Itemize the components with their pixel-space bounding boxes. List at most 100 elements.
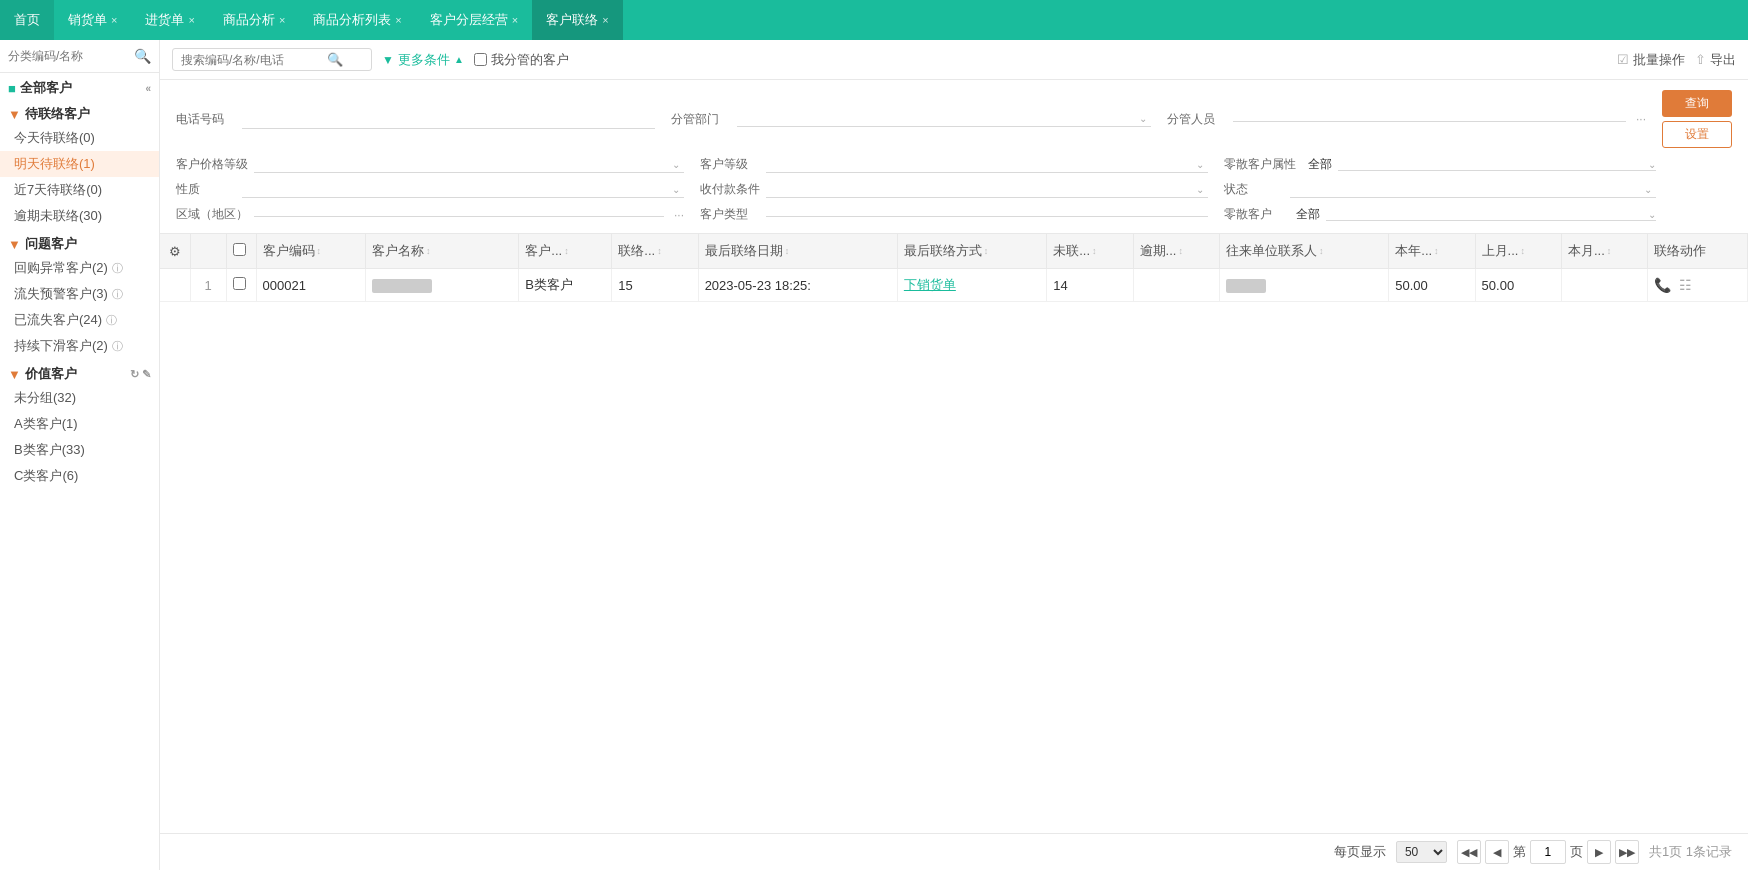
sidebar: 🔍 ■ 全部客户 « ▼ 待联络客户 今天待联络(0) 明天待联络(1) 近7天… bbox=[0, 40, 160, 870]
row-unreached: 14 bbox=[1047, 269, 1133, 302]
sidebar-item-today-contact[interactable]: 今天待联络(0) bbox=[0, 125, 159, 151]
sidebar-item-7days-contact[interactable]: 近7天待联络(0) bbox=[0, 177, 159, 203]
filter-status: 状态 ⌄ bbox=[1224, 181, 1732, 198]
page-number-input[interactable] bbox=[1530, 840, 1566, 864]
filter-payment-terms-select[interactable]: ⌄ bbox=[766, 182, 1208, 198]
nav-purchase-order[interactable]: 进货单 × bbox=[131, 0, 208, 40]
sort-icon-contacts[interactable]: ↕ bbox=[657, 246, 662, 256]
sidebar-item-abnormal-repurchase[interactable]: 回购异常客户(2) ⓘ bbox=[0, 255, 159, 281]
content-area: 🔍 ▼ 更多条件 ▲ 我分管的客户 ☑ 批量操作 ⇧ 导出 bbox=[160, 40, 1748, 870]
select-all-checkbox[interactable] bbox=[233, 243, 246, 256]
row-this-year: 50.00 bbox=[1389, 269, 1475, 302]
nav-customer-contact[interactable]: 客户联络 × bbox=[532, 0, 622, 40]
search-input[interactable] bbox=[181, 53, 321, 67]
sort-icon-related[interactable]: ↕ bbox=[1319, 246, 1324, 256]
export-btn[interactable]: ⇧ 导出 bbox=[1695, 51, 1736, 69]
search-icon[interactable]: 🔍 bbox=[327, 52, 343, 67]
filter-price-level-select[interactable]: ⌄ bbox=[254, 157, 684, 173]
sort-icon-unreached[interactable]: ↕ bbox=[1092, 246, 1097, 256]
nav-home[interactable]: 首页 bbox=[0, 0, 54, 40]
bulk-operation-btn[interactable]: ☑ 批量操作 bbox=[1617, 51, 1685, 69]
sort-icon-this-month[interactable]: ↕ bbox=[1607, 246, 1612, 256]
nav-customer-layering[interactable]: 客户分层经营 × bbox=[416, 0, 532, 40]
page-size-select[interactable]: 50 100 200 bbox=[1396, 841, 1447, 863]
next-page-btn[interactable]: ▶ bbox=[1587, 840, 1611, 864]
filter-manager-select[interactable] bbox=[1233, 117, 1626, 122]
sidebar-section-pending: ▼ 待联络客户 bbox=[0, 99, 159, 125]
help-icon-2: ⓘ bbox=[112, 287, 123, 302]
filter-nature-select[interactable]: ⌄ bbox=[242, 182, 684, 198]
nav-product-analysis[interactable]: 商品分析 × bbox=[209, 0, 299, 40]
manager-dots-btn[interactable]: ··· bbox=[1636, 112, 1646, 126]
sidebar-item-class-b[interactable]: B类客户(33) bbox=[0, 437, 159, 463]
last-contact-method-link[interactable]: 下销货单 bbox=[904, 277, 956, 292]
filter-status-select[interactable]: ⌄ bbox=[1290, 182, 1656, 198]
setting-button[interactable]: 设置 bbox=[1662, 121, 1732, 148]
filter-customer-type: 客户类型 bbox=[700, 206, 1208, 223]
nav-close-customer-layering[interactable]: × bbox=[512, 14, 518, 26]
sidebar-item-overdue-contact[interactable]: 逾期未联络(30) bbox=[0, 203, 159, 229]
sidebar-item-class-a[interactable]: A类客户(1) bbox=[0, 411, 159, 437]
sidebar-all-customers[interactable]: ■ 全部客户 « bbox=[0, 73, 159, 99]
phone-action-icon[interactable]: 📞 bbox=[1654, 277, 1671, 293]
filter-phone-input[interactable] bbox=[242, 110, 655, 129]
th-this-month: 本月...↕ bbox=[1561, 234, 1647, 269]
filter-price-level: 客户价格等级 ⌄ bbox=[176, 156, 684, 173]
sidebar-item-churned[interactable]: 已流失客户(24) ⓘ bbox=[0, 307, 159, 333]
filter-phone: 电话号码 bbox=[176, 110, 655, 129]
customer-name-blurred bbox=[372, 279, 432, 293]
row-select-checkbox[interactable] bbox=[233, 277, 246, 290]
retail-customer-dropdown-icon[interactable]: ⌄ bbox=[1648, 209, 1656, 220]
sort-icon-code[interactable]: ↕ bbox=[317, 246, 322, 256]
nav-product-analysis-list[interactable]: 商品分析列表 × bbox=[299, 0, 415, 40]
filter-customer-level-select[interactable]: ⌄ bbox=[766, 157, 1208, 173]
refresh-icon[interactable]: ↻ bbox=[130, 368, 139, 381]
sort-icon-overdue[interactable]: ↕ bbox=[1178, 246, 1183, 256]
last-page-btn[interactable]: ▶▶ bbox=[1615, 840, 1639, 864]
region-dots-btn[interactable]: ··· bbox=[674, 208, 684, 222]
sort-icon-date[interactable]: ↕ bbox=[785, 246, 790, 256]
sort-icon-name[interactable]: ↕ bbox=[426, 246, 431, 256]
grid-action-icon[interactable]: ☷ bbox=[1679, 277, 1692, 293]
query-button[interactable]: 查询 bbox=[1662, 90, 1732, 117]
sidebar-collapse-btn[interactable]: « bbox=[145, 83, 151, 94]
filter-more-btn[interactable]: ▼ 更多条件 ▲ bbox=[382, 51, 464, 69]
sort-icon-type[interactable]: ↕ bbox=[564, 246, 569, 256]
first-page-btn[interactable]: ◀◀ bbox=[1457, 840, 1481, 864]
sort-icon-method[interactable]: ↕ bbox=[984, 246, 989, 256]
sidebar-item-ungrouped[interactable]: 未分组(32) bbox=[0, 385, 159, 411]
th-last-month: 上月...↕ bbox=[1475, 234, 1561, 269]
sidebar-item-class-c[interactable]: C类客户(6) bbox=[0, 463, 159, 489]
filter-region-select[interactable] bbox=[254, 212, 664, 217]
th-related-contacts: 往来单位联系人↕ bbox=[1219, 234, 1388, 269]
nav-sales-order[interactable]: 销货单 × bbox=[54, 0, 131, 40]
row-checkbox bbox=[226, 269, 256, 302]
prev-page-btn[interactable]: ◀ bbox=[1485, 840, 1509, 864]
nav-close-purchase-order[interactable]: × bbox=[188, 14, 194, 26]
th-customer-code: 客户编码↕ bbox=[256, 234, 366, 269]
row-gear bbox=[160, 269, 190, 302]
my-customers-checkbox-wrap[interactable]: 我分管的客户 bbox=[474, 51, 569, 69]
edit-icon[interactable]: ✎ bbox=[142, 368, 151, 381]
sidebar-item-churn-warning[interactable]: 流失预警客户(3) ⓘ bbox=[0, 281, 159, 307]
customer-table: ⚙ 客户编码↕ 客户名称↕ 客户...↕ bbox=[160, 234, 1748, 302]
sort-icon-year[interactable]: ↕ bbox=[1434, 246, 1439, 256]
filter-dept-select[interactable]: ⌄ bbox=[737, 111, 1150, 127]
sort-icon-last-month[interactable]: ↕ bbox=[1520, 246, 1525, 256]
sidebar-search-input[interactable] bbox=[8, 49, 130, 63]
settings-icon[interactable]: ⚙ bbox=[169, 244, 181, 259]
sidebar-search-icon[interactable]: 🔍 bbox=[134, 48, 151, 64]
nav-close-sales-order[interactable]: × bbox=[111, 14, 117, 26]
sidebar-item-tomorrow-contact[interactable]: 明天待联络(1) bbox=[0, 151, 159, 177]
nav-close-customer-contact[interactable]: × bbox=[602, 14, 608, 26]
nav-close-product-analysis[interactable]: × bbox=[279, 14, 285, 26]
filter-customer-type-select[interactable] bbox=[766, 212, 1208, 217]
sidebar-item-declining[interactable]: 持续下滑客户(2) ⓘ bbox=[0, 333, 159, 359]
nav-close-product-analysis-list[interactable]: × bbox=[395, 14, 401, 26]
my-customers-checkbox[interactable] bbox=[474, 53, 487, 66]
th-overdue: 逾期...↕ bbox=[1133, 234, 1219, 269]
filter-nature: 性质 ⌄ bbox=[176, 181, 684, 198]
th-gear: ⚙ bbox=[160, 234, 190, 269]
filter-row-4: 区域（地区） ··· 客户类型 零散客户 全部 ⌄ bbox=[176, 206, 1732, 223]
retail-attr-dropdown-icon[interactable]: ⌄ bbox=[1648, 159, 1656, 170]
